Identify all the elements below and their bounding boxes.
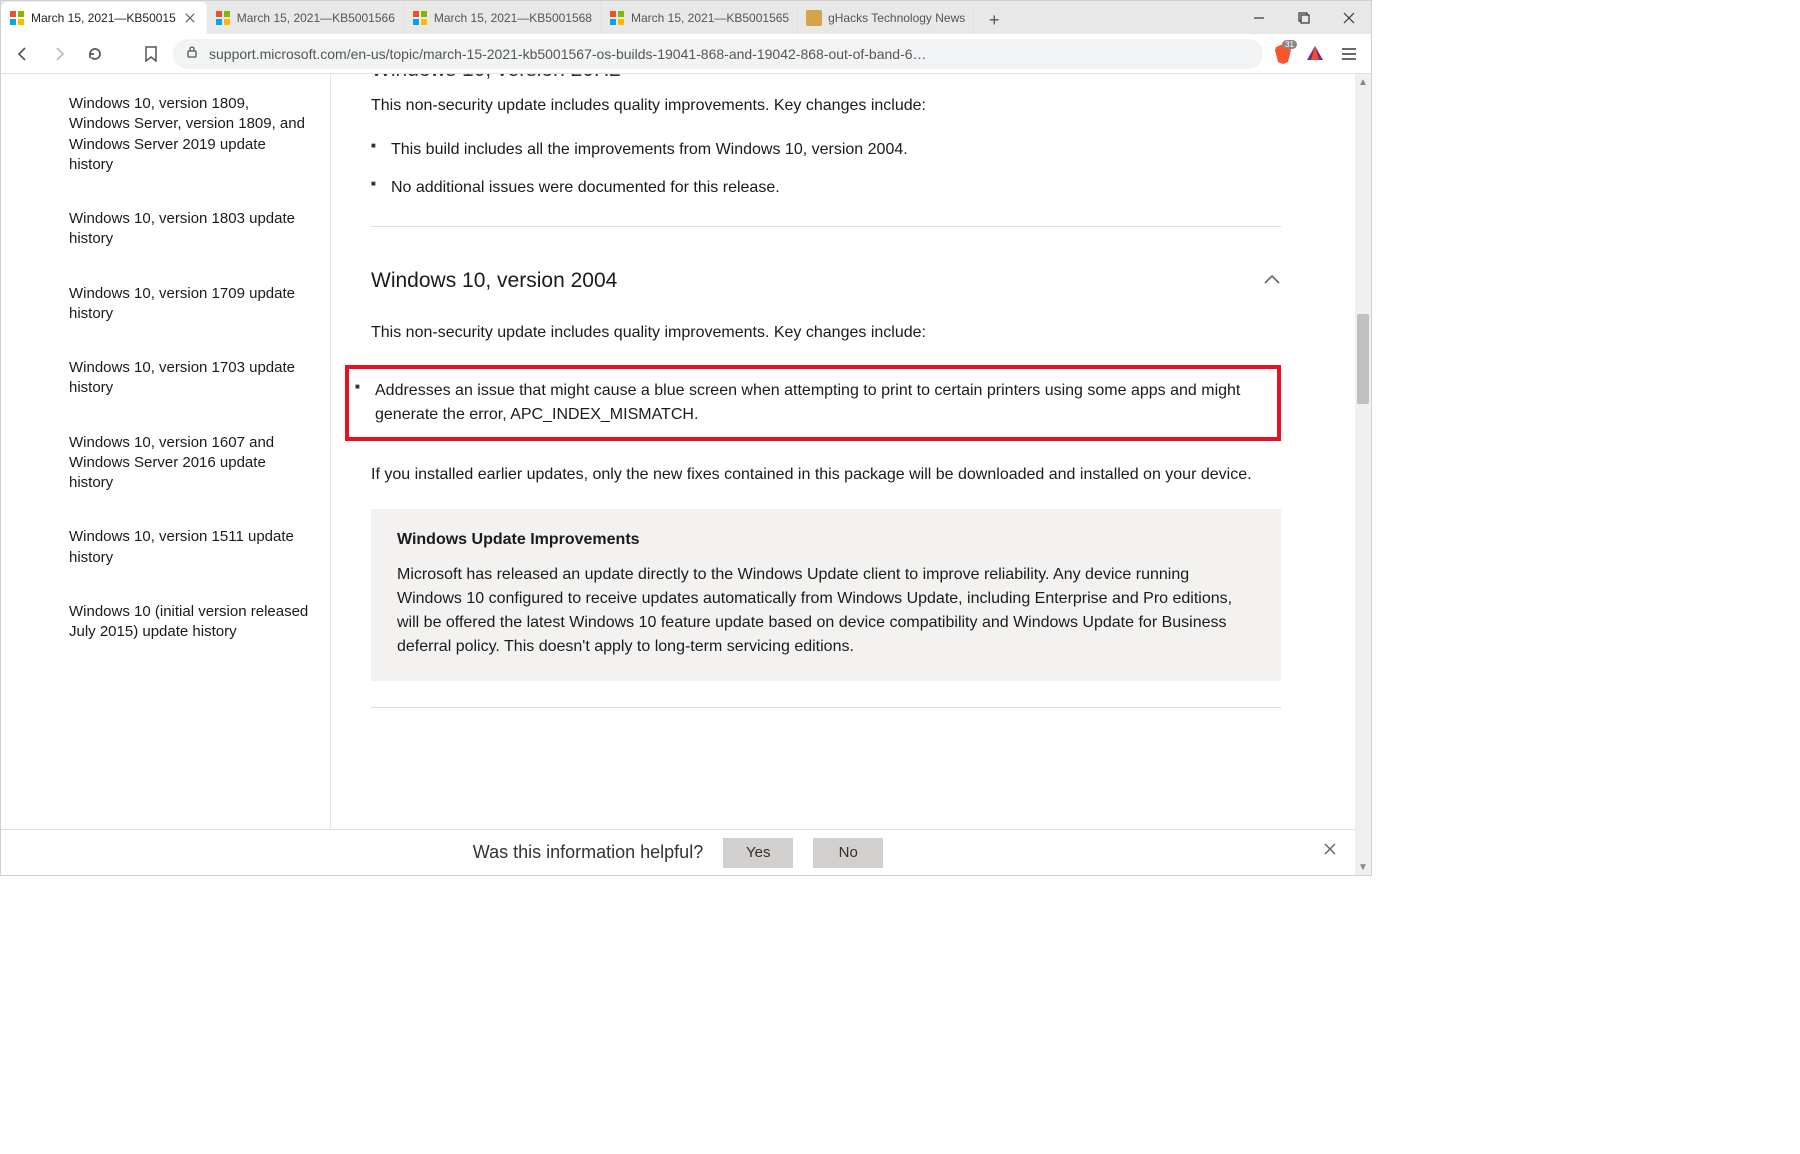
scroll-up-icon[interactable]: ▲ [1355,74,1371,90]
sidebar-item[interactable]: Windows 10 (initial version released Jul… [51,594,330,651]
bullet-item: No additional issues were documented for… [371,176,1281,200]
feedback-yes-button[interactable]: Yes [723,838,793,868]
sidebar-item[interactable]: Windows 10, version 1703 update history [51,350,330,407]
ghacks-favicon [806,10,822,26]
reload-button[interactable] [81,40,109,68]
bullet-item: This build includes all the improvements… [371,138,1281,162]
feedback-bar: Was this information helpful? Yes No [1,829,1355,875]
lock-icon [185,45,199,62]
section-intro: This non-security update includes qualit… [371,321,1281,345]
tab-title: gHacks Technology News [828,11,965,25]
callout-title: Windows Update Improvements [397,531,1255,549]
tab-title: March 15, 2021—KB5001566 [237,11,395,25]
sidebar-item[interactable]: Windows 10, version 1803 update history [51,201,330,258]
ms-favicon [609,10,625,26]
highlighted-fix-box: Addresses an issue that might cause a bl… [345,365,1281,441]
ms-favicon [9,10,25,26]
bullet-list: This build includes all the improvements… [371,138,1281,200]
tab-title: March 15, 2021—KB50015 [31,11,176,25]
bookmark-button[interactable] [137,40,165,68]
bullet-list: Addresses an issue that might cause a bl… [355,379,1271,427]
brave-shield-icon[interactable]: 31 [1271,42,1295,66]
browser-tab[interactable]: March 15, 2021—KB5001568 [404,2,601,34]
sidebar-item[interactable]: Windows 10, version 1511 update history [51,519,330,576]
feedback-question: Was this information helpful? [473,842,703,863]
page-content: Windows 10, version 1809, Windows Server… [1,74,1371,875]
scrollbar-thumb[interactable] [1357,314,1369,404]
close-button[interactable] [1326,2,1371,34]
browser-tab[interactable]: gHacks Technology News [798,2,974,34]
browser-tab[interactable]: March 15, 2021—KB50015 [1,2,207,34]
sidebar-nav: Windows 10, version 1809, Windows Server… [51,74,331,875]
ms-favicon [412,10,428,26]
after-note: If you installed earlier updates, only t… [371,463,1281,487]
bullet-item-highlighted: Addresses an issue that might cause a bl… [355,379,1271,427]
browser-tab[interactable]: March 15, 2021—KB5001565 [601,2,798,34]
section-heading-2004: Windows 10, version 2004 [371,269,617,293]
tab-strip: March 15, 2021—KB50015 March 15, 2021—KB… [1,1,1371,34]
maximize-button[interactable] [1281,2,1326,34]
back-button[interactable] [9,40,37,68]
tab-title: March 15, 2021—KB5001568 [434,11,592,25]
forward-button[interactable] [45,40,73,68]
sidebar-item[interactable]: Windows 10, version 1607 and Windows Ser… [51,425,330,502]
browser-tab[interactable]: March 15, 2021—KB5001566 [207,2,404,34]
window-controls [1236,2,1371,34]
divider [371,226,1281,227]
sidebar-item[interactable]: Windows 10, version 1809, Windows Server… [51,86,330,183]
feedback-no-button[interactable]: No [813,838,883,868]
main-article: Windows 10, version 20H2 This non-securi… [331,74,1281,875]
scroll-down-icon[interactable]: ▼ [1355,859,1371,875]
shield-badge: 31 [1282,40,1297,49]
chevron-up-icon [1263,273,1281,289]
minimize-button[interactable] [1236,2,1281,34]
menu-button[interactable] [1335,40,1363,68]
section-heading-20h2: Windows 10, version 20H2 [371,74,1281,82]
brave-rewards-icon[interactable] [1303,42,1327,66]
new-tab-button[interactable]: + [980,6,1008,34]
url-bar[interactable]: support.microsoft.com/en-us/topic/march-… [173,39,1263,69]
close-icon[interactable] [1323,842,1337,859]
browser-window: March 15, 2021—KB50015 March 15, 2021—KB… [0,0,1372,876]
url-text: support.microsoft.com/en-us/topic/march-… [209,46,1251,62]
nav-bar: support.microsoft.com/en-us/topic/march-… [1,34,1371,74]
section-toggle-2004[interactable]: Windows 10, version 2004 [371,253,1281,309]
ms-favicon [215,10,231,26]
section-intro: This non-security update includes qualit… [371,94,1281,118]
tab-title: March 15, 2021—KB5001565 [631,11,789,25]
sidebar-item[interactable]: Windows 10, version 1709 update history [51,276,330,333]
callout-box: Windows Update Improvements Microsoft ha… [371,509,1281,681]
divider [371,707,1281,708]
scrollbar[interactable]: ▲ ▼ [1355,74,1371,875]
close-icon[interactable] [182,10,198,26]
callout-body: Microsoft has released an update directl… [397,563,1255,659]
